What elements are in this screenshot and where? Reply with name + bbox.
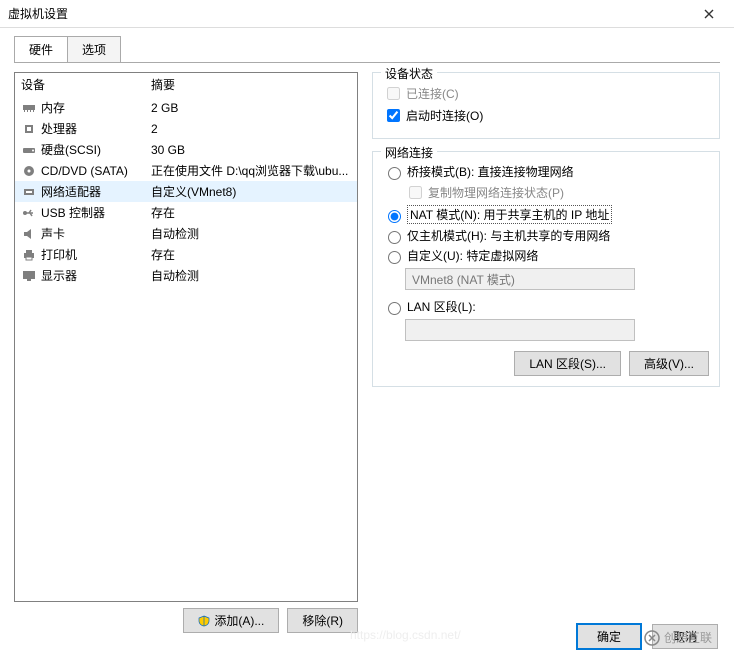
- lan-segment-select: [405, 319, 635, 341]
- sound-icon: [21, 227, 37, 241]
- close-icon: [704, 9, 714, 19]
- network-connection-legend: 网络连接: [381, 144, 437, 161]
- nat-radio[interactable]: [388, 210, 401, 223]
- bridged-label: 桥接模式(B): 直接连接物理网络: [407, 163, 574, 180]
- col-device: 设备: [21, 76, 151, 93]
- hostonly-radio[interactable]: [388, 231, 401, 244]
- hardware-summary: 自动检测: [151, 225, 351, 242]
- usb-icon: [21, 206, 37, 220]
- hardware-summary: 正在使用文件 D:\qq浏览器下载\ubu...: [151, 162, 351, 179]
- hostonly-radio-row[interactable]: 仅主机模式(H): 与主机共享的专用网络: [383, 227, 709, 244]
- hardware-name: 硬盘(SCSI): [41, 141, 151, 158]
- title-bar: 虚拟机设置: [0, 0, 734, 28]
- hardware-name: USB 控制器: [41, 204, 151, 221]
- connect-at-poweron-row[interactable]: 启动时连接(O): [383, 106, 709, 125]
- hardware-row[interactable]: 处理器2: [15, 118, 357, 139]
- hostonly-label: 仅主机模式(H): 与主机共享的专用网络: [407, 227, 610, 244]
- custom-network-select: VMnet8 (NAT 模式): [405, 268, 635, 290]
- custom-radio-row[interactable]: 自定义(U): 特定虚拟网络: [383, 247, 709, 264]
- shield-icon: [198, 615, 210, 627]
- replicate-checkbox-row: 复制物理网络连接状态(P): [405, 183, 709, 202]
- hardware-row[interactable]: 网络适配器自定义(VMnet8): [15, 181, 357, 202]
- lan-segment-radio[interactable]: [388, 302, 401, 315]
- cpu-icon: [21, 122, 37, 136]
- connect-at-poweron-checkbox[interactable]: [387, 109, 400, 122]
- col-summary: 摘要: [151, 76, 175, 93]
- background-watermark: https://blog.csdn.net/: [350, 628, 461, 642]
- replicate-label: 复制物理网络连接状态(P): [428, 184, 564, 201]
- device-status-group: 设备状态 已连接(C) 启动时连接(O): [372, 72, 720, 139]
- tab-hardware[interactable]: 硬件: [14, 36, 68, 62]
- hardware-list[interactable]: 内存2 GB处理器2硬盘(SCSI)30 GBCD/DVD (SATA)正在使用…: [15, 97, 357, 601]
- hardware-row[interactable]: 声卡自动检测: [15, 223, 357, 244]
- connected-checkbox: [387, 87, 400, 100]
- hardware-row[interactable]: CD/DVD (SATA)正在使用文件 D:\qq浏览器下载\ubu...: [15, 160, 357, 181]
- memory-icon: [21, 101, 37, 115]
- connected-label: 已连接(C): [406, 85, 459, 102]
- display-icon: [21, 269, 37, 283]
- hardware-name: 网络适配器: [41, 183, 151, 200]
- tab-options[interactable]: 选项: [67, 36, 121, 62]
- hardware-summary: 存在: [151, 204, 351, 221]
- close-button[interactable]: [692, 3, 726, 25]
- dialog-footer: 确定 取消 创想互联: [576, 623, 718, 650]
- hardware-row[interactable]: 内存2 GB: [15, 97, 357, 118]
- hardware-summary: 自定义(VMnet8): [151, 183, 351, 200]
- custom-label: 自定义(U): 特定虚拟网络: [407, 247, 538, 264]
- cd-icon: [21, 164, 37, 178]
- hardware-row[interactable]: 打印机存在: [15, 244, 357, 265]
- hardware-header: 设备 摘要: [15, 73, 357, 97]
- tabstrip: 硬件 选项: [14, 36, 734, 62]
- hardware-row[interactable]: 硬盘(SCSI)30 GB: [15, 139, 357, 160]
- network-connection-group: 网络连接 桥接模式(B): 直接连接物理网络 复制物理网络连接状态(P) NAT…: [372, 151, 720, 387]
- nat-radio-row[interactable]: NAT 模式(N): 用于共享主机的 IP 地址: [383, 205, 709, 224]
- brand-watermark: 创想互联: [644, 629, 712, 646]
- advanced-button[interactable]: 高级(V)...: [629, 351, 709, 376]
- nat-label: NAT 模式(N): 用于共享主机的 IP 地址: [407, 205, 612, 224]
- hardware-name: 打印机: [41, 246, 151, 263]
- device-status-legend: 设备状态: [381, 65, 437, 82]
- hardware-name: 处理器: [41, 120, 151, 137]
- connect-at-poweron-label: 启动时连接(O): [406, 107, 483, 124]
- hardware-name: 内存: [41, 99, 151, 116]
- hardware-summary: 自动检测: [151, 267, 351, 284]
- printer-icon: [21, 248, 37, 262]
- hardware-row[interactable]: USB 控制器存在: [15, 202, 357, 223]
- bridged-radio-row[interactable]: 桥接模式(B): 直接连接物理网络: [383, 163, 709, 180]
- disk-icon: [21, 143, 37, 157]
- custom-radio[interactable]: [388, 251, 401, 264]
- brand-icon: [644, 630, 660, 646]
- hardware-name: 声卡: [41, 225, 151, 242]
- window-title: 虚拟机设置: [8, 5, 692, 22]
- lan-segment-label: LAN 区段(L):: [407, 298, 476, 315]
- hardware-summary: 2 GB: [151, 101, 351, 115]
- hardware-summary: 30 GB: [151, 143, 351, 157]
- hardware-name: 显示器: [41, 267, 151, 284]
- bridged-radio[interactable]: [388, 167, 401, 180]
- add-button[interactable]: 添加(A)...: [183, 608, 279, 633]
- remove-button[interactable]: 移除(R): [287, 608, 358, 633]
- replicate-checkbox: [409, 186, 422, 199]
- hardware-summary: 存在: [151, 246, 351, 263]
- lan-segments-button[interactable]: LAN 区段(S)...: [514, 351, 621, 376]
- hardware-summary: 2: [151, 122, 351, 136]
- hardware-name: CD/DVD (SATA): [41, 164, 151, 178]
- hardware-panel: 设备 摘要 内存2 GB处理器2硬盘(SCSI)30 GBCD/DVD (SAT…: [14, 72, 358, 602]
- ok-button[interactable]: 确定: [576, 623, 642, 650]
- hardware-row[interactable]: 显示器自动检测: [15, 265, 357, 286]
- connected-checkbox-row: 已连接(C): [383, 84, 709, 103]
- lan-segment-radio-row[interactable]: LAN 区段(L):: [383, 298, 709, 315]
- net-icon: [21, 185, 37, 199]
- add-button-label: 添加(A)...: [214, 612, 264, 629]
